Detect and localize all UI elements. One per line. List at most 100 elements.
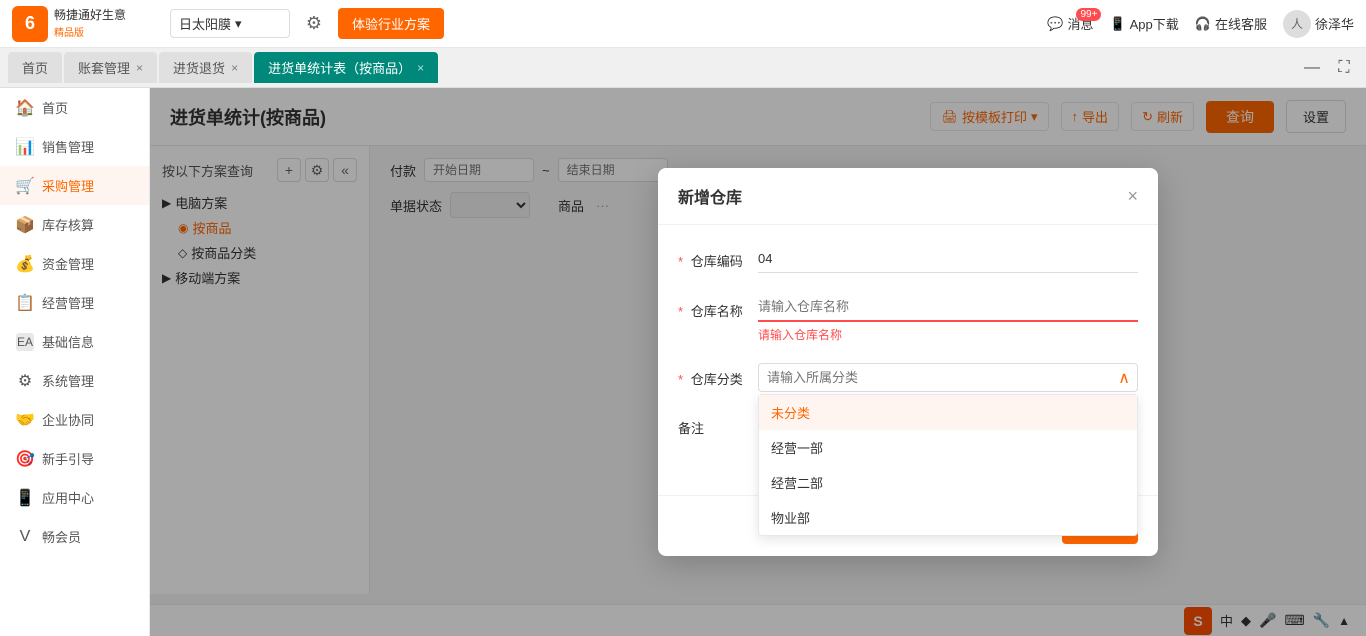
- store-name: 日太阳膜: [179, 14, 231, 33]
- dropdown-item-dept2[interactable]: 经营二部: [759, 465, 1137, 500]
- form-row-code: * 仓库编码: [678, 245, 1138, 273]
- logo-icon: 6: [12, 6, 48, 42]
- category-arrow-icon[interactable]: ∧: [1118, 368, 1130, 388]
- code-label: * 仓库编码: [678, 245, 758, 270]
- dropdown-item-dept1[interactable]: 经营一部: [759, 430, 1137, 465]
- finance-icon: 💰: [16, 255, 34, 273]
- modal-title: 新增仓库: [678, 184, 742, 208]
- tab-home[interactable]: 首页: [8, 52, 62, 83]
- name-label: * 仓库名称: [678, 295, 758, 320]
- inventory-icon: 📦: [16, 216, 34, 234]
- tab-expand-icon[interactable]: ⛶: [1330, 54, 1358, 82]
- category-input-wrap: ∧ 未分类 经营一部 经营二部 物业部: [758, 363, 1138, 392]
- tab-account-label: 账套管理: [78, 58, 130, 77]
- tab-bar-controls: — ⛶: [1298, 54, 1358, 82]
- sidebar: 🏠 首页 📊 销售管理 🛒 采购管理 📦 库存核算 💰 资金管理 📋 经营管理 …: [0, 88, 150, 636]
- operations-icon: 📋: [16, 294, 34, 312]
- purchase-icon: 🛒: [16, 177, 34, 195]
- enterprise-icon: 🤝: [16, 411, 34, 429]
- form-row-category: * 仓库分类 ∧ 未分类 经营一部 经营二部 物业部: [678, 363, 1138, 392]
- warehouse-name-input[interactable]: [758, 293, 1138, 322]
- tab-account-close-icon[interactable]: ×: [136, 61, 143, 75]
- brand-name: 畅捷通好生意: [54, 8, 126, 24]
- sidebar-item-purchase-label: 采购管理: [42, 176, 94, 195]
- sidebar-item-home[interactable]: 🏠 首页: [0, 88, 149, 127]
- category-input[interactable]: [758, 363, 1138, 392]
- sidebar-item-inventory-label: 库存核算: [42, 215, 94, 234]
- sidebar-item-vip[interactable]: V 畅会员: [0, 517, 149, 556]
- messages-item[interactable]: 💬 消息 99+: [1047, 14, 1093, 33]
- sidebar-item-sales-label: 销售管理: [42, 137, 94, 156]
- app-download-label: App下载: [1130, 14, 1179, 33]
- sidebar-item-guide-label: 新手引导: [42, 449, 94, 468]
- user-item[interactable]: 人 徐泽华: [1283, 10, 1354, 38]
- modal-body: * 仓库编码 * 仓库名称 请输入仓库名称: [658, 225, 1158, 495]
- sidebar-item-operations[interactable]: 📋 经营管理: [0, 283, 149, 322]
- avatar: 人: [1283, 10, 1311, 38]
- app-download-item[interactable]: 📱 App下载: [1109, 14, 1178, 33]
- category-label: * 仓库分类: [678, 363, 758, 388]
- messages-badge: 99+: [1076, 8, 1101, 21]
- online-service-label: 在线客服: [1215, 14, 1267, 33]
- apps-icon: 📱: [16, 489, 34, 507]
- main-layout: 🏠 首页 📊 销售管理 🛒 采购管理 📦 库存核算 💰 资金管理 📋 经营管理 …: [0, 88, 1366, 636]
- sidebar-item-apps[interactable]: 📱 应用中心: [0, 478, 149, 517]
- tab-purchase-stats[interactable]: 进货单统计表（按商品） ×: [254, 52, 438, 83]
- tab-purchase-return-close-icon[interactable]: ×: [231, 61, 238, 75]
- logo-area: 6 畅捷通好生意 精品版: [12, 6, 162, 42]
- vip-icon: V: [16, 528, 34, 546]
- notes-label: 备注: [678, 412, 758, 437]
- username: 徐泽华: [1315, 14, 1354, 33]
- modal-close-icon[interactable]: ×: [1127, 187, 1138, 205]
- tab-purchase-return-label: 进货退货: [173, 58, 225, 77]
- name-error-message: 请输入仓库名称: [678, 326, 842, 343]
- headset-icon: 🎧: [1195, 16, 1211, 32]
- sidebar-item-system-label: 系统管理: [42, 371, 94, 390]
- sidebar-item-vip-label: 畅会员: [42, 527, 81, 546]
- trial-button[interactable]: 体验行业方案: [338, 8, 444, 39]
- store-selector[interactable]: 日太阳膜 ▾: [170, 9, 290, 38]
- sidebar-item-enterprise-label: 企业协同: [42, 410, 94, 429]
- tab-purchase-return[interactable]: 进货退货 ×: [159, 52, 252, 83]
- form-row-name: * 仓库名称 请输入仓库名称: [678, 293, 1138, 343]
- tab-home-label: 首页: [22, 58, 48, 77]
- sidebar-item-operations-label: 经营管理: [42, 293, 94, 312]
- basic-info-icon: EA: [16, 333, 34, 351]
- sidebar-item-basic-info-label: 基础信息: [42, 332, 94, 351]
- sidebar-item-apps-label: 应用中心: [42, 488, 94, 507]
- mobile-icon: 📱: [1109, 16, 1125, 32]
- tab-minimize-icon[interactable]: —: [1298, 54, 1326, 82]
- tab-purchase-stats-close-icon[interactable]: ×: [417, 61, 424, 75]
- header-right: 💬 消息 99+ 📱 App下载 🎧 在线客服 人 徐泽华: [1047, 10, 1354, 38]
- system-icon: ⚙: [16, 372, 34, 390]
- sales-icon: 📊: [16, 138, 34, 156]
- gear-icon[interactable]: ⚙: [298, 8, 330, 40]
- sidebar-item-inventory[interactable]: 📦 库存核算: [0, 205, 149, 244]
- sidebar-item-sales[interactable]: 📊 销售管理: [0, 127, 149, 166]
- guide-icon: 🎯: [16, 450, 34, 468]
- sidebar-item-system[interactable]: ⚙ 系统管理: [0, 361, 149, 400]
- content-area: 进货单统计(按商品) 🖨 按模板打印 ▾ ↑ 导出 ↻ 刷新 查询 设置: [150, 88, 1366, 636]
- tab-bar: 首页 账套管理 × 进货退货 × 进货单统计表（按商品） × — ⛶: [0, 48, 1366, 88]
- sidebar-item-finance-label: 资金管理: [42, 254, 94, 273]
- sidebar-item-guide[interactable]: 🎯 新手引导: [0, 439, 149, 478]
- warehouse-code-input[interactable]: [758, 245, 1138, 273]
- tab-purchase-stats-label: 进货单统计表（按商品）: [268, 58, 411, 77]
- dropdown-item-uncategorized[interactable]: 未分类: [759, 395, 1137, 430]
- message-icon: 💬: [1047, 16, 1063, 32]
- chevron-down-icon: ▾: [235, 16, 242, 32]
- edition-label: 精品版: [54, 24, 126, 39]
- sidebar-item-finance[interactable]: 💰 资金管理: [0, 244, 149, 283]
- sidebar-item-enterprise[interactable]: 🤝 企业协同: [0, 400, 149, 439]
- sidebar-item-purchase[interactable]: 🛒 采购管理: [0, 166, 149, 205]
- home-icon: 🏠: [16, 99, 34, 117]
- sidebar-item-basic-info[interactable]: EA 基础信息: [0, 322, 149, 361]
- tab-account[interactable]: 账套管理 ×: [64, 52, 157, 83]
- add-warehouse-modal: 新增仓库 × * 仓库编码 * 仓库名称: [658, 168, 1158, 556]
- top-header: 6 畅捷通好生意 精品版 日太阳膜 ▾ ⚙ 体验行业方案 💬 消息 99+ 📱 …: [0, 0, 1366, 48]
- sidebar-item-home-label: 首页: [42, 98, 68, 117]
- dropdown-item-property[interactable]: 物业部: [759, 500, 1137, 535]
- modal-header: 新增仓库 ×: [658, 168, 1158, 225]
- online-service-item[interactable]: 🎧 在线客服: [1195, 14, 1267, 33]
- category-dropdown: 未分类 经营一部 经营二部 物业部: [758, 394, 1138, 536]
